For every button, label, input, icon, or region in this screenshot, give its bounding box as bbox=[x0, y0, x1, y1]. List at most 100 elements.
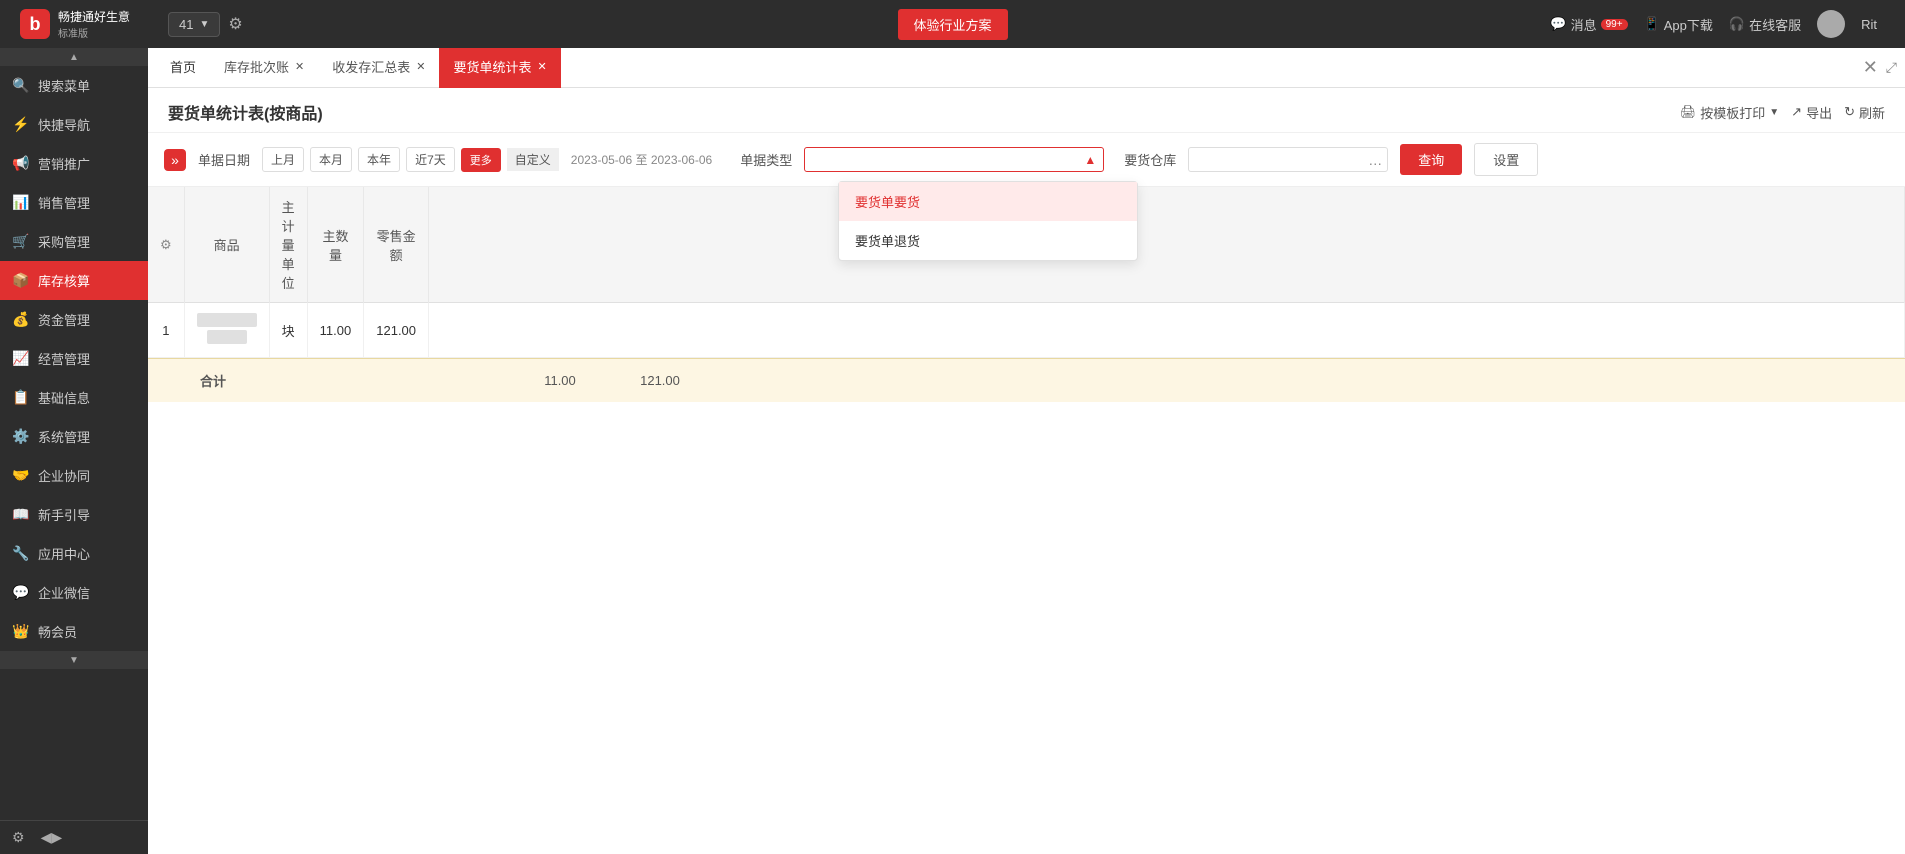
online-service-action[interactable]: 🎧 在线客服 bbox=[1729, 15, 1801, 34]
tab-bar: 首页 库存批次账 ✕ 收发存汇总表 ✕ 要货单统计表 ✕ ✕ ⤢ bbox=[148, 48, 1905, 88]
setting-button[interactable]: 设置 bbox=[1474, 143, 1538, 176]
sidebar-item-member[interactable]: 👑 畅会员 bbox=[0, 612, 148, 651]
type-dropdown-chevron-icon[interactable]: ▲ bbox=[1084, 153, 1096, 167]
sidebar-item-guide[interactable]: 📖 新手引导 bbox=[0, 495, 148, 534]
type-input[interactable] bbox=[804, 147, 1104, 172]
marketing-icon: 📢 bbox=[12, 155, 30, 173]
bell-icon: 💬 bbox=[1550, 16, 1566, 32]
sidebar-item-inventory[interactable]: 📦 库存核算 bbox=[0, 261, 148, 300]
tab-home[interactable]: 首页 bbox=[156, 48, 210, 88]
tab-receipt-summary-label: 收发存汇总表 bbox=[332, 57, 410, 76]
footer-quantity: 11.00 bbox=[510, 373, 610, 388]
filter-bar: » 单据日期 上月 本月 本年 近7天 更多 自定义 2023-05-06 至 … bbox=[148, 133, 1905, 187]
warehouse-label: 要货仓库 bbox=[1124, 150, 1176, 169]
trial-button[interactable]: 体验行业方案 bbox=[897, 9, 1007, 40]
warehouse-input[interactable] bbox=[1188, 147, 1388, 172]
page-header-actions: 🖨 按模板打印 ▼ ↗ 导出 ↻ 刷新 bbox=[1680, 103, 1885, 122]
export-icon: ↗ bbox=[1791, 104, 1802, 120]
page-content: 要货单统计表(按商品) 🖨 按模板打印 ▼ ↗ 导出 ↻ bbox=[148, 88, 1905, 854]
footer-label: 合计 bbox=[200, 371, 390, 390]
sidebar-collapse-icon[interactable]: ◀▶ bbox=[41, 829, 63, 846]
user-avatar[interactable] bbox=[1817, 10, 1845, 38]
date-range-display: 2023-05-06 至 2023-06-06 bbox=[571, 151, 712, 168]
page-title: 要货单统计表(按商品) bbox=[168, 100, 323, 124]
sidebar-item-search[interactable]: 🔍 搜索菜单 bbox=[0, 66, 148, 105]
tab-inventory-batch[interactable]: 库存批次账 ✕ bbox=[210, 48, 318, 88]
search-icon: 🔍 bbox=[12, 77, 30, 95]
cell-extra bbox=[429, 303, 1905, 358]
app-selector[interactable]: 41 ▼ bbox=[168, 12, 220, 37]
date-current-year-btn[interactable]: 本年 bbox=[358, 147, 400, 172]
content-area: 首页 库存批次账 ✕ 收发存汇总表 ✕ 要货单统计表 ✕ ✕ ⤢ bbox=[148, 48, 1905, 854]
tab-order-stats[interactable]: 要货单统计表 ✕ bbox=[439, 48, 560, 88]
filter-expand-button[interactable]: » bbox=[164, 149, 186, 171]
tab-receipt-summary[interactable]: 收发存汇总表 ✕ bbox=[318, 48, 439, 88]
date-7days-btn[interactable]: 近7天 bbox=[406, 147, 455, 172]
product-code-placeholder bbox=[207, 330, 247, 344]
cell-quantity: 11.00 bbox=[307, 303, 364, 358]
cell-product bbox=[184, 303, 269, 358]
print-button[interactable]: 🖨 按模板打印 ▼ bbox=[1680, 103, 1779, 122]
dropdown-item-order-return[interactable]: 要货单退货 bbox=[839, 221, 1137, 260]
sidebar-item-appcenter[interactable]: 🔧 应用中心 bbox=[0, 534, 148, 573]
sidebar-settings-icon[interactable]: ⚙ bbox=[12, 829, 25, 846]
sidebar-item-enterprise[interactable]: 🤝 企业协同 bbox=[0, 456, 148, 495]
footer-amount: 121.00 bbox=[610, 373, 710, 388]
date-more-btn[interactable]: 更多 bbox=[461, 148, 501, 172]
type-label: 单据类型 bbox=[740, 150, 792, 169]
col-product: 商品 bbox=[184, 187, 269, 303]
logo-area: b 畅捷通好生意 标准版 bbox=[12, 8, 160, 40]
tab-inventory-batch-close[interactable]: ✕ bbox=[295, 60, 304, 73]
app-download-action[interactable]: 📱 App下载 bbox=[1644, 15, 1713, 34]
date-label: 单据日期 bbox=[198, 150, 250, 169]
table-row: 1 块 11.00 121.00 bbox=[148, 303, 1905, 358]
member-icon: 👑 bbox=[12, 623, 30, 641]
warehouse-more-icon[interactable]: … bbox=[1368, 152, 1382, 168]
sidebar-item-quicknav[interactable]: ⚡ 快捷导航 bbox=[0, 105, 148, 144]
sidebar-item-system[interactable]: ⚙️ 系统管理 bbox=[0, 417, 148, 456]
column-settings-icon[interactable]: ⚙ bbox=[160, 237, 172, 252]
headset-icon: 🎧 bbox=[1729, 16, 1745, 32]
export-button[interactable]: ↗ 导出 bbox=[1791, 103, 1832, 122]
notifications-badge: 99+ bbox=[1601, 19, 1628, 30]
col-extra bbox=[429, 187, 1905, 303]
appcenter-icon: 🔧 bbox=[12, 545, 30, 563]
maximize-window-icon[interactable]: ⤢ bbox=[1886, 59, 1897, 76]
col-unit: 主计量单位 bbox=[269, 187, 307, 303]
app-name: 畅捷通好生意 bbox=[58, 8, 130, 25]
quicknav-icon: ⚡ bbox=[12, 116, 30, 134]
download-icon: 📱 bbox=[1644, 16, 1660, 32]
cell-amount: 121.00 bbox=[364, 303, 429, 358]
expand-arrows-icon: » bbox=[171, 152, 179, 168]
settings-gear-icon[interactable]: ⚙ bbox=[228, 14, 242, 34]
date-prev-month-btn[interactable]: 上月 bbox=[262, 147, 304, 172]
page-header: 要货单统计表(按商品) 🖨 按模板打印 ▼ ↗ 导出 ↻ bbox=[148, 88, 1905, 133]
operations-icon: 📈 bbox=[12, 350, 30, 368]
refresh-button[interactable]: ↻ 刷新 bbox=[1844, 103, 1885, 122]
sidebar-item-sales[interactable]: 📊 销售管理 bbox=[0, 183, 148, 222]
date-custom-btn[interactable]: 自定义 bbox=[507, 148, 559, 171]
product-name-placeholder bbox=[197, 313, 257, 327]
tab-maximize-area: ✕ ⤢ bbox=[1863, 57, 1897, 78]
sidebar-item-basicinfo[interactable]: 📋 基础信息 bbox=[0, 378, 148, 417]
warehouse-input-wrap: … bbox=[1188, 147, 1388, 172]
sidebar-item-operations[interactable]: 📈 经营管理 bbox=[0, 339, 148, 378]
notifications-action[interactable]: 💬 消息 99+ bbox=[1550, 15, 1627, 34]
sidebar-item-purchase[interactable]: 🛒 采购管理 bbox=[0, 222, 148, 261]
close-window-icon[interactable]: ✕ bbox=[1863, 57, 1878, 78]
inventory-icon: 📦 bbox=[12, 272, 30, 290]
dropdown-item-order-goods[interactable]: 要货单要货 bbox=[839, 182, 1137, 221]
tab-receipt-summary-close[interactable]: ✕ bbox=[416, 60, 425, 73]
tab-order-stats-close[interactable]: ✕ bbox=[538, 60, 547, 73]
cell-unit: 块 bbox=[269, 303, 307, 358]
sidebar-item-wechat[interactable]: 💬 企业微信 bbox=[0, 573, 148, 612]
query-button[interactable]: 查询 bbox=[1400, 144, 1462, 175]
sidebar-scroll-down[interactable]: ▼ bbox=[0, 651, 148, 669]
sidebar-item-finance[interactable]: 💰 资金管理 bbox=[0, 300, 148, 339]
sidebar-scroll-up[interactable]: ▲ bbox=[0, 48, 148, 66]
date-current-month-btn[interactable]: 本月 bbox=[310, 147, 352, 172]
filter-date-group: 上月 本月 本年 近7天 更多 自定义 bbox=[262, 147, 559, 172]
tab-inventory-batch-label: 库存批次账 bbox=[224, 57, 289, 76]
sidebar-item-marketing[interactable]: 📢 营销推广 bbox=[0, 144, 148, 183]
user-name: Rit bbox=[1861, 17, 1877, 32]
